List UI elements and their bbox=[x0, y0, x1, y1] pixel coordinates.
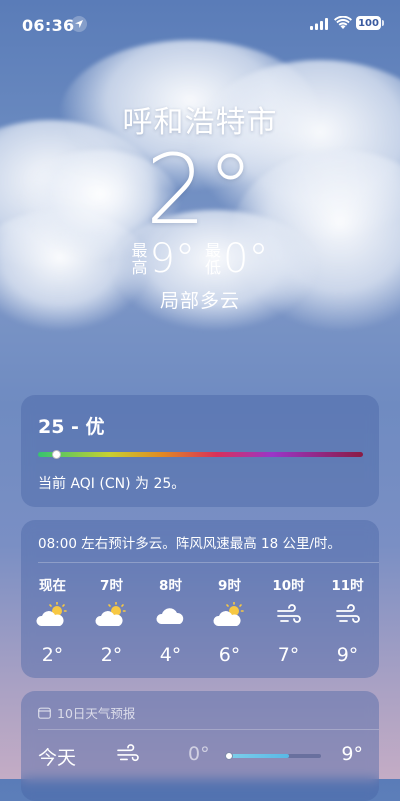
hour-item: 现在 2° bbox=[23, 574, 82, 666]
high-temperature: 最 高 9° bbox=[132, 237, 195, 281]
low-label: 最 低 bbox=[205, 241, 222, 277]
wind-icon bbox=[334, 596, 362, 634]
ten-day-forecast-card[interactable]: 10日天气预报 今天 0° 9° bbox=[21, 691, 379, 801]
partly-cloudy-sun-icon bbox=[212, 596, 247, 634]
hourly-list[interactable]: 现在 2° 7时 2° 8时 4° 9时 6° 10时 7° 11时 9° bbox=[21, 574, 379, 666]
hour-time: 11时 bbox=[331, 578, 364, 594]
cloud-icon bbox=[155, 596, 186, 634]
temperature-range-fill bbox=[225, 754, 289, 758]
hour-item: 8时 4° bbox=[141, 574, 200, 666]
hour-time: 现在 bbox=[39, 578, 66, 594]
hour-item: 10时 7° bbox=[259, 574, 318, 666]
location-arrow-icon bbox=[71, 16, 87, 32]
low-temperature: 最 低 0° bbox=[205, 237, 268, 281]
aqi-value: 25 - 优 bbox=[38, 416, 105, 438]
hour-temp: 2° bbox=[41, 644, 64, 666]
hourly-summary: 08:00 左右预计多云。阵风风速最高 18 公里/时。 bbox=[38, 536, 342, 552]
hour-time: 10时 bbox=[272, 578, 305, 594]
status-time: 06:36 bbox=[22, 16, 75, 35]
current-temperature: 2° bbox=[145, 134, 255, 246]
temperature-range-bar bbox=[225, 752, 321, 760]
aqi-scale-bar bbox=[38, 452, 363, 457]
hour-item: 7时 2° bbox=[82, 574, 141, 666]
high-label: 最 高 bbox=[131, 241, 148, 277]
cellular-signal-icon bbox=[310, 18, 328, 30]
aqi-indicator-dot bbox=[52, 450, 61, 459]
status-bar: 06:36 100 bbox=[0, 0, 400, 50]
current-temp-dot bbox=[225, 752, 233, 760]
low-value: 0° bbox=[223, 236, 269, 282]
hour-temp: 9° bbox=[336, 644, 359, 666]
partly-cloudy-sun-icon bbox=[94, 596, 129, 634]
wind-icon bbox=[115, 744, 141, 768]
high-low-temperatures: 最 高 9° 最 低 0° bbox=[0, 237, 400, 281]
hour-temp: 4° bbox=[159, 644, 182, 666]
hour-temp: 7° bbox=[277, 644, 300, 666]
hour-temp: 2° bbox=[100, 644, 123, 666]
hour-time: 7时 bbox=[100, 578, 123, 594]
hour-time: 9时 bbox=[218, 578, 241, 594]
day-low-temp: 0° bbox=[188, 743, 210, 765]
day-name: 今天 bbox=[38, 747, 77, 769]
hour-item: 9时 6° bbox=[200, 574, 259, 666]
divider bbox=[38, 562, 379, 563]
wind-icon bbox=[275, 596, 303, 634]
hour-temp: 6° bbox=[218, 644, 241, 666]
partly-cloudy-sun-icon bbox=[35, 596, 70, 634]
ten-day-title: 10日天气预报 bbox=[57, 706, 136, 721]
wifi-icon bbox=[334, 16, 352, 29]
battery-icon: 100 bbox=[356, 16, 384, 30]
high-value: 9° bbox=[149, 236, 195, 282]
air-quality-card[interactable]: 25 - 优 当前 AQI (CN) 为 25。 bbox=[21, 395, 379, 507]
divider bbox=[38, 729, 379, 730]
ten-day-header: 10日天气预报 bbox=[38, 703, 135, 722]
hourly-forecast-card[interactable]: 08:00 左右预计多云。阵风风速最高 18 公里/时。 现在 2° 7时 2°… bbox=[21, 520, 379, 678]
weather-condition: 局部多云 bbox=[159, 290, 240, 312]
hour-item: 11时 9° bbox=[318, 574, 377, 666]
day-row-today[interactable]: 今天 0° 9° bbox=[38, 740, 363, 772]
aqi-description: 当前 AQI (CN) 为 25。 bbox=[38, 476, 186, 492]
day-high-temp: 9° bbox=[341, 743, 363, 765]
calendar-icon bbox=[38, 707, 51, 719]
hour-time: 8时 bbox=[159, 578, 182, 594]
